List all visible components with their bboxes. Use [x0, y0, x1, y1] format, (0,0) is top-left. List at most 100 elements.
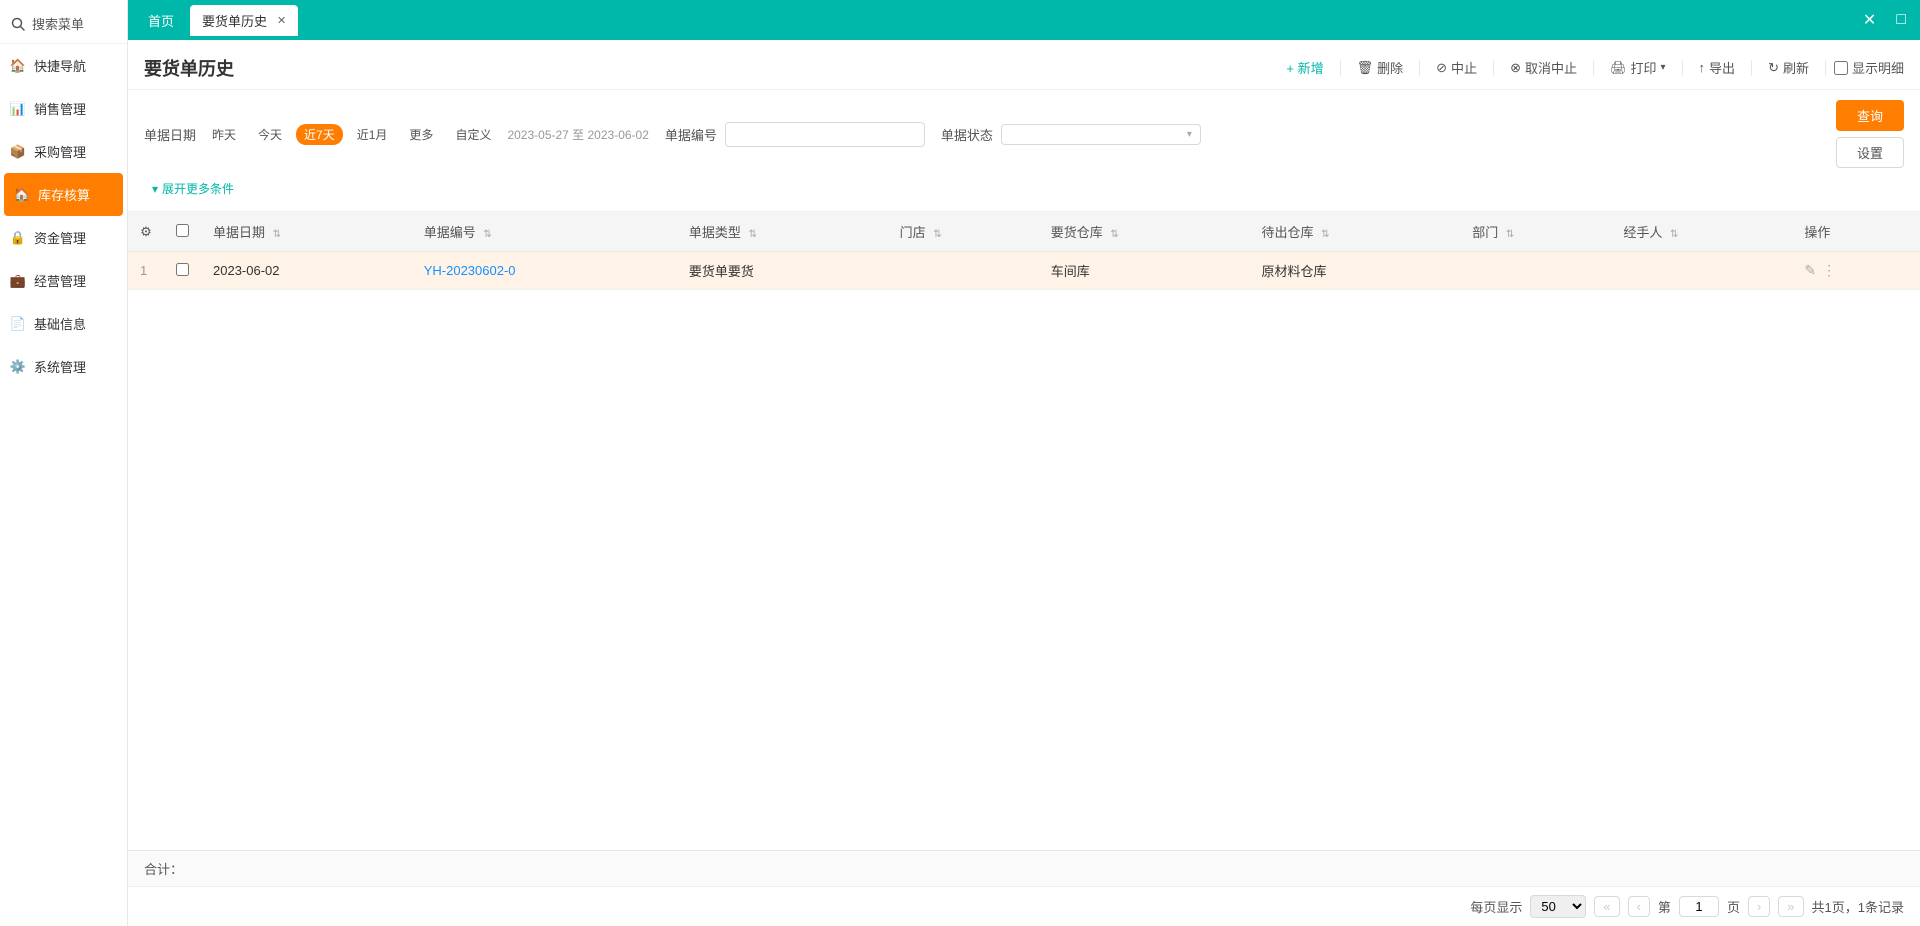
prev-page-button[interactable]: ‹ [1628, 896, 1650, 917]
row-actions: ✎ ⋮ [1792, 252, 1920, 290]
tab-requisition-history-label: 要货单历史 [202, 11, 267, 30]
main-area: 首页 要货单历史 ✕ ✕ □ 要货单历史 + 新增 🗑 删除 ⊘ [128, 0, 1920, 926]
show-detail-label: 显示明细 [1852, 58, 1904, 77]
sidebar-item-operations[interactable]: 💼 经营管理 [0, 259, 127, 302]
sidebar-item-label: 资金管理 [34, 228, 86, 247]
chevron-down-icon: ▾ [1187, 129, 1192, 140]
stop-button[interactable]: ⊘ 中止 [1428, 54, 1485, 81]
date-range-display: 2023-05-27 至 2023-06-02 [507, 126, 648, 143]
footer-summary: 合计： [128, 850, 1920, 886]
th-date: 单据日期 ⇅ [201, 212, 412, 252]
show-detail-toggle[interactable]: 显示明细 [1834, 58, 1904, 77]
export-label: 导出 [1709, 58, 1735, 77]
bill-status-label: 单据状态 [941, 125, 993, 144]
row-checkbox[interactable] [176, 263, 189, 276]
date-filter: 单据日期 昨天 今天 近7天 近1月 更多 自定义 2023-05-27 至 2… [144, 124, 649, 145]
cancel-stop-button[interactable]: ⊗ 取消中止 [1502, 54, 1585, 81]
th-req-warehouse: 要货仓库 ⇅ [1039, 212, 1250, 252]
tab-home[interactable]: 首页 [136, 5, 186, 36]
window-maximize-button[interactable]: □ [1890, 9, 1912, 31]
per-page-select[interactable]: 10 20 50 100 [1530, 895, 1586, 918]
date-btn-7days[interactable]: 近7天 [296, 124, 343, 145]
window-close-button[interactable]: ✕ [1857, 8, 1882, 32]
bill-no-input[interactable] [725, 122, 925, 147]
page-header: 要货单历史 + 新增 🗑 删除 ⊘ 中止 ⊗ 取消中止 [128, 40, 1920, 90]
th-pending-warehouse: 待出仓库 ⇅ [1249, 212, 1460, 252]
row-date: 2023-06-02 [201, 252, 412, 290]
export-button[interactable]: ↑ 导出 [1691, 54, 1744, 81]
table-header-row: ⚙ 单据日期 ⇅ 单据编号 ⇅ 单据类型 [128, 212, 1920, 252]
first-page-button[interactable]: « [1594, 896, 1619, 917]
th-bill-no: 单据编号 ⇅ [412, 212, 677, 252]
new-button[interactable]: + 新增 [1278, 54, 1331, 81]
bill-no-filter: 单据编号 [665, 122, 925, 147]
sort-pending-wh-icon[interactable]: ⇅ [1321, 229, 1329, 240]
sort-store-icon[interactable]: ⇅ [933, 229, 941, 240]
th-actions: 操作 [1792, 212, 1920, 252]
refresh-label: 刷新 [1783, 58, 1809, 77]
sidebar-item-label: 基础信息 [34, 314, 86, 333]
row-num: 1 [128, 252, 164, 290]
bill-no-link[interactable]: YH-20230602-0 [424, 263, 516, 278]
last-page-button[interactable]: » [1778, 896, 1803, 917]
tab-close-icon[interactable]: ✕ [277, 14, 286, 27]
date-btn-today[interactable]: 今天 [250, 124, 290, 145]
tab-requisition-history[interactable]: 要货单历史 ✕ [190, 5, 298, 36]
query-button[interactable]: 查询 [1836, 100, 1904, 131]
date-filter-label: 单据日期 [144, 125, 196, 144]
print-label: 打印 [1631, 58, 1657, 77]
delete-icon: 🗑 [1357, 60, 1374, 76]
sort-handler-icon[interactable]: ⇅ [1670, 229, 1678, 240]
page-prefix-label: 第 [1658, 897, 1671, 916]
sidebar-item-label: 经营管理 [34, 271, 86, 290]
doc-icon: 📄 [10, 316, 26, 332]
expand-row: ▾ 展开更多条件 [144, 176, 1904, 201]
select-all-checkbox[interactable] [176, 224, 189, 237]
sidebar-item-finance[interactable]: 🔒 资金管理 [0, 216, 127, 259]
sort-date-icon[interactable]: ⇅ [273, 229, 281, 240]
bill-status-select[interactable]: ▾ [1001, 124, 1201, 145]
date-btn-custom[interactable]: 自定义 [447, 124, 499, 145]
chart-icon: 📊 [10, 101, 26, 117]
filter-settings-button[interactable]: 设置 [1836, 137, 1904, 168]
toolbar-divider6 [1751, 60, 1752, 76]
topbar-right-controls: ✕ □ [1857, 8, 1912, 32]
sidebar-item-purchase[interactable]: 📦 采购管理 [0, 130, 127, 173]
th-store: 门店 ⇅ [888, 212, 1039, 252]
sidebar-item-system[interactable]: ⚙️ 系统管理 [0, 345, 127, 388]
date-btn-yesterday[interactable]: 昨天 [204, 124, 244, 145]
th-bill-type: 单据类型 ⇅ [677, 212, 888, 252]
sort-req-wh-icon[interactable]: ⇅ [1110, 229, 1118, 240]
sidebar-item-inventory[interactable]: 🏠 库存核算 [4, 173, 123, 216]
table-container: ⚙ 单据日期 ⇅ 单据编号 ⇅ 单据类型 [128, 212, 1920, 850]
print-button[interactable]: 🖨 打印 ▾ [1602, 54, 1674, 81]
export-icon: ↑ [1699, 60, 1706, 75]
row-more-icon[interactable]: ⋮ [1822, 262, 1836, 279]
filter-area: 单据日期 昨天 今天 近7天 近1月 更多 自定义 2023-05-27 至 2… [128, 90, 1920, 212]
sidebar-item-quick-nav[interactable]: 🏠 快捷导航 [0, 44, 127, 87]
sidebar-item-base-info[interactable]: 📄 基础信息 [0, 302, 127, 345]
sort-dept-icon[interactable]: ⇅ [1506, 229, 1514, 240]
date-btn-1month[interactable]: 近1月 [349, 124, 396, 145]
th-settings[interactable]: ⚙ [128, 212, 164, 252]
sidebar-search[interactable]: 搜索菜单 [0, 0, 127, 44]
refresh-button[interactable]: ↻ 刷新 [1760, 54, 1817, 81]
content-area: 要货单历史 + 新增 🗑 删除 ⊘ 中止 ⊗ 取消中止 [128, 40, 1920, 926]
delete-button[interactable]: 🗑 删除 [1349, 54, 1412, 81]
row-edit-icon[interactable]: ✎ [1804, 262, 1816, 279]
briefcase-icon: 💼 [10, 273, 26, 289]
show-detail-checkbox[interactable] [1834, 61, 1848, 75]
expand-more-button[interactable]: ▾ 展开更多条件 [144, 176, 1904, 201]
toolbar-divider5 [1682, 60, 1683, 76]
row-handler [1611, 252, 1792, 290]
sort-bill-no-icon[interactable]: ⇅ [483, 229, 491, 240]
sidebar-item-sales[interactable]: 📊 销售管理 [0, 87, 127, 130]
date-btn-more[interactable]: 更多 [401, 124, 441, 145]
next-page-button[interactable]: › [1748, 896, 1770, 917]
search-icon [10, 16, 26, 32]
filter-actions: 查询 设置 [1836, 100, 1904, 168]
page-number-input[interactable] [1679, 896, 1719, 917]
tab-home-label: 首页 [148, 11, 174, 30]
sort-bill-type-icon[interactable]: ⇅ [749, 229, 757, 240]
sidebar-item-label: 系统管理 [34, 357, 86, 376]
